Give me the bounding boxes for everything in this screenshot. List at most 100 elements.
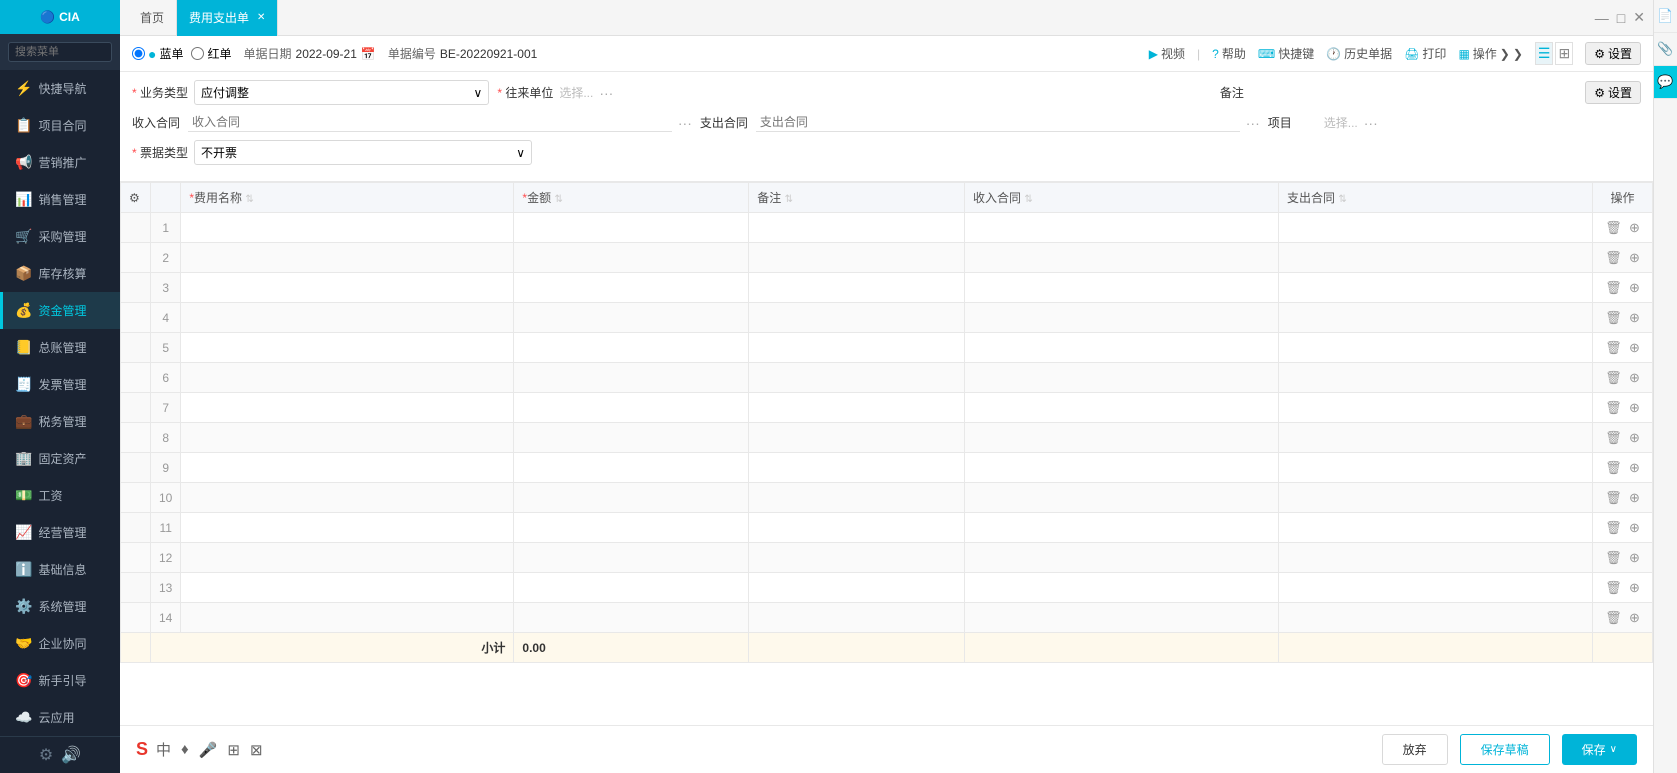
sidebar-search-input[interactable] (8, 42, 112, 62)
copy-icon[interactable]: ⊕ (1629, 250, 1640, 265)
red-doc-radio[interactable]: 红单 (191, 45, 231, 62)
row-amount-cell[interactable] (514, 423, 749, 453)
sidebar-item-purchase[interactable]: 🛒采购管理 (0, 218, 120, 255)
row-amount-cell[interactable] (514, 303, 749, 333)
row-note-cell[interactable] (749, 543, 965, 573)
row-name-cell[interactable] (181, 423, 514, 453)
row-income-cell[interactable] (965, 333, 1279, 363)
diamond-icon[interactable]: ♦ (181, 741, 189, 758)
table-col-amount[interactable]: *金额 ⇅ (514, 183, 749, 213)
sidebar-item-operations[interactable]: 📈经营管理 (0, 514, 120, 551)
row-expense-cell[interactable] (1279, 333, 1593, 363)
row-amount-cell[interactable] (514, 513, 749, 543)
sidebar-item-inventory[interactable]: 📦库存核算 (0, 255, 120, 292)
shortcut-button[interactable]: ⌨ 快捷键 (1258, 45, 1314, 62)
delete-icon[interactable]: 🗑 (1605, 490, 1622, 505)
row-amount-cell[interactable] (514, 483, 749, 513)
sidebar-item-cloud[interactable]: ☁️云应用 (0, 699, 120, 736)
blue-doc-radio[interactable]: ● 蓝单 (132, 45, 183, 62)
delete-icon[interactable]: 🗑 (1605, 340, 1622, 355)
sidebar-item-marketing[interactable]: 📢营销推广 (0, 144, 120, 181)
expense-contract-more-icon[interactable]: ··· (1246, 115, 1260, 131)
row-income-cell[interactable] (965, 513, 1279, 543)
row-name-cell[interactable] (181, 273, 514, 303)
row-expense-cell[interactable] (1279, 573, 1593, 603)
row-amount-cell[interactable] (514, 393, 749, 423)
row-expense-cell[interactable] (1279, 483, 1593, 513)
income-contract-more-icon[interactable]: ··· (678, 115, 692, 131)
row-income-cell[interactable] (965, 213, 1279, 243)
copy-icon[interactable]: ⊕ (1629, 490, 1640, 505)
settings-icon[interactable]: ⚙ (39, 745, 53, 765)
business-type-dropdown[interactable]: 应付调整 ∨ (194, 80, 489, 105)
delete-icon[interactable]: 🗑 (1605, 310, 1622, 325)
grid-view-button[interactable]: ⊞ (1555, 42, 1573, 65)
row-amount-cell[interactable] (514, 453, 749, 483)
print-button[interactable]: 🖨 打印 (1404, 45, 1446, 62)
row-amount-cell[interactable] (514, 363, 749, 393)
sidebar-item-quick-nav[interactable]: ⚡快捷导航 (0, 70, 120, 107)
row-amount-cell[interactable] (514, 603, 749, 633)
sidebar-item-accounting[interactable]: 📒总账管理 (0, 329, 120, 366)
row-amount-cell[interactable] (514, 273, 749, 303)
abandon-button[interactable]: 放弃 (1382, 734, 1448, 765)
row-income-cell[interactable] (965, 363, 1279, 393)
delete-icon[interactable]: 🗑 (1605, 520, 1622, 535)
row-note-cell[interactable] (749, 483, 965, 513)
row-income-cell[interactable] (965, 393, 1279, 423)
delete-icon[interactable]: 🗑 (1605, 250, 1622, 265)
maximize-button[interactable]: □ (1617, 10, 1625, 26)
row-income-cell[interactable] (965, 543, 1279, 573)
delete-icon[interactable]: 🗑 (1605, 430, 1622, 445)
tab-首页[interactable]: 首页 (128, 0, 177, 36)
number-value[interactable]: BE-20220921-001 (440, 47, 537, 61)
copy-icon[interactable]: ⊕ (1629, 520, 1640, 535)
row-name-cell[interactable] (181, 483, 514, 513)
invoice-type-dropdown[interactable]: 不开票 ∨ (194, 140, 532, 165)
row-income-cell[interactable] (965, 573, 1279, 603)
row-expense-cell[interactable] (1279, 243, 1593, 273)
history-button[interactable]: 🕐 历史单据 (1326, 45, 1392, 62)
row-expense-cell[interactable] (1279, 393, 1593, 423)
check-icon[interactable]: ⊠ (250, 741, 263, 759)
copy-icon[interactable]: ⊕ (1629, 370, 1640, 385)
operation-button[interactable]: ▦ 操作 ❯ ❯ (1458, 45, 1522, 62)
close-button[interactable]: ✕ (1633, 9, 1645, 26)
settings-button2[interactable]: ⚙ 设置 (1585, 81, 1641, 104)
row-amount-cell[interactable] (514, 243, 749, 273)
row-expense-cell[interactable] (1279, 453, 1593, 483)
row-income-cell[interactable] (965, 273, 1279, 303)
sidebar-item-payroll[interactable]: 💵工资 (0, 477, 120, 514)
row-name-cell[interactable] (181, 213, 514, 243)
row-name-cell[interactable] (181, 393, 514, 423)
right-panel-clip-icon[interactable]: 📎 (1654, 33, 1677, 66)
row-income-cell[interactable] (965, 453, 1279, 483)
right-panel-doc-icon[interactable]: 📄 (1654, 0, 1677, 33)
row-income-cell[interactable] (965, 243, 1279, 273)
row-name-cell[interactable] (181, 453, 514, 483)
row-expense-cell[interactable] (1279, 543, 1593, 573)
row-note-cell[interactable] (749, 423, 965, 453)
row-amount-cell[interactable] (514, 213, 749, 243)
red-radio-input[interactable] (191, 47, 204, 60)
copy-icon[interactable]: ⊕ (1629, 550, 1640, 565)
copy-icon[interactable]: ⊕ (1629, 610, 1640, 625)
row-income-cell[interactable] (965, 483, 1279, 513)
row-expense-cell[interactable] (1279, 363, 1593, 393)
row-note-cell[interactable] (749, 393, 965, 423)
minimize-button[interactable]: — (1595, 10, 1609, 26)
row-amount-cell[interactable] (514, 543, 749, 573)
row-note-cell[interactable] (749, 513, 965, 543)
zh-icon[interactable]: 中 (156, 739, 171, 760)
delete-icon[interactable]: 🗑 (1605, 550, 1622, 565)
row-expense-cell[interactable] (1279, 303, 1593, 333)
row-name-cell[interactable] (181, 603, 514, 633)
copy-icon[interactable]: ⊕ (1629, 460, 1640, 475)
row-name-cell[interactable] (181, 333, 514, 363)
table-gear-col[interactable]: ⚙ (121, 183, 151, 213)
speaker-icon[interactable]: 🔊 (61, 745, 81, 765)
calendar-icon[interactable]: 📅 (361, 47, 376, 61)
row-expense-cell[interactable] (1279, 213, 1593, 243)
row-note-cell[interactable] (749, 243, 965, 273)
row-note-cell[interactable] (749, 603, 965, 633)
